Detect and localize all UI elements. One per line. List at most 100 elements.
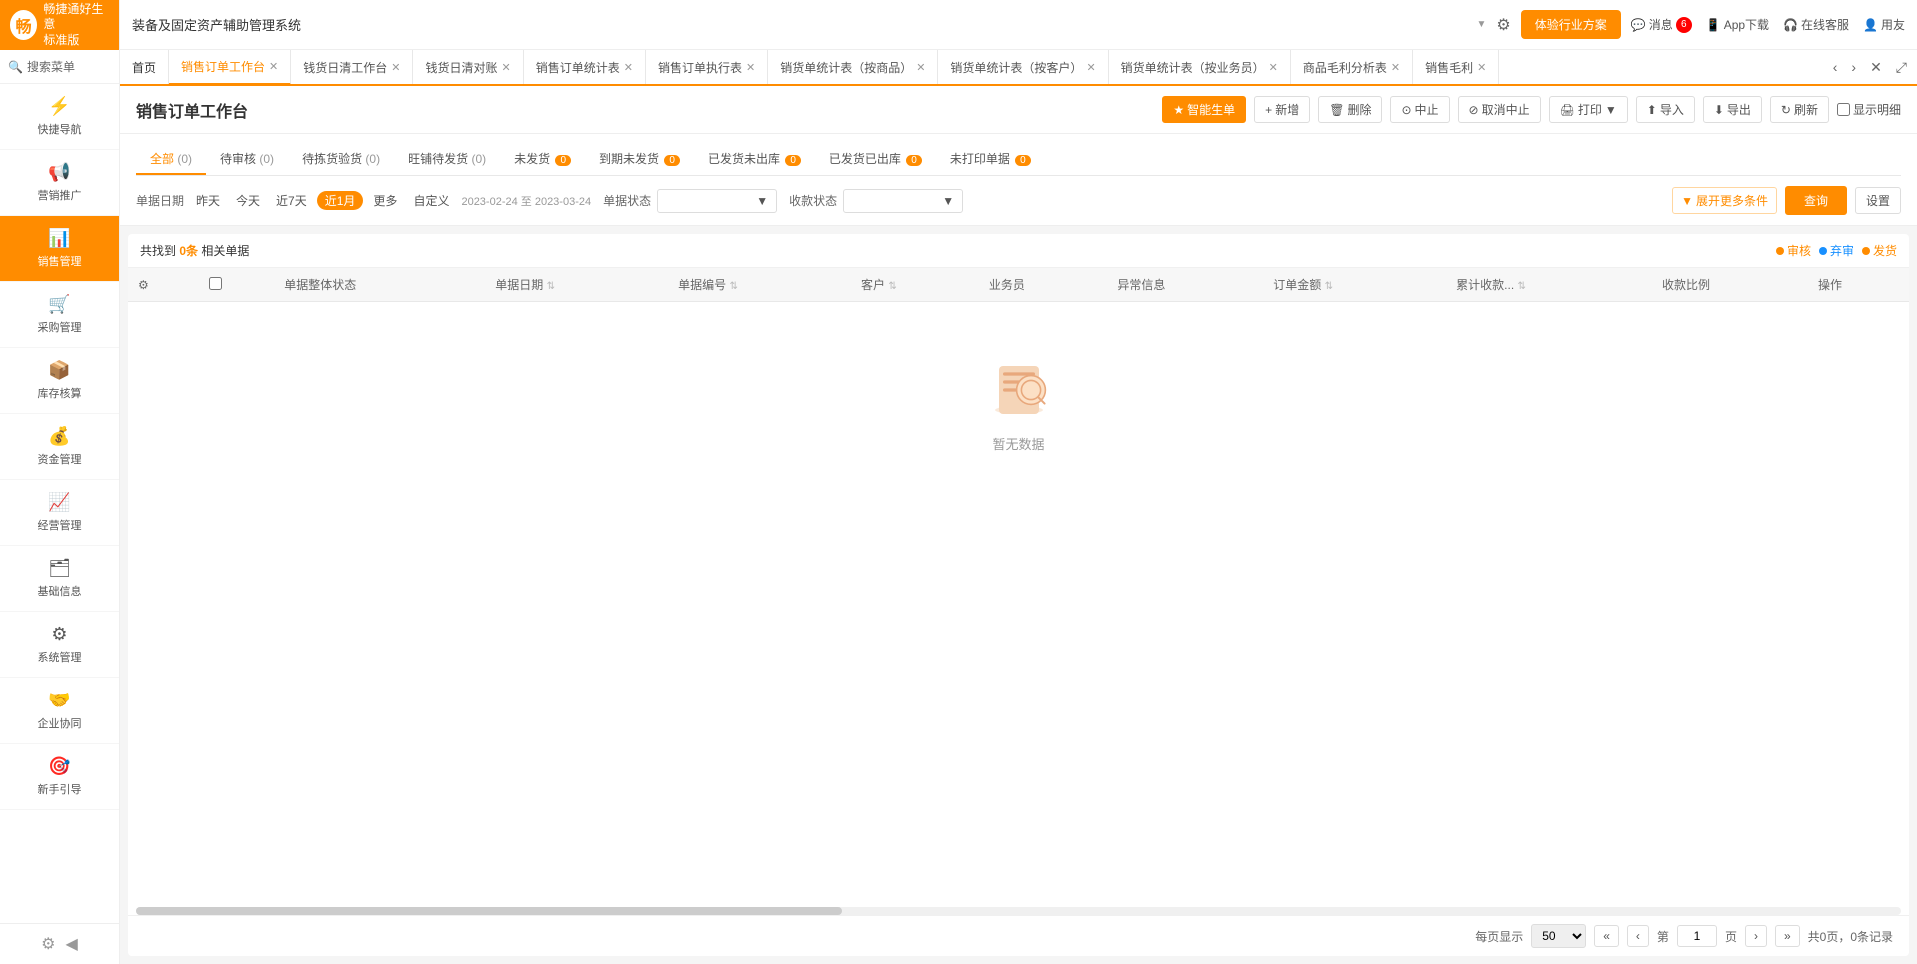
- expand-conditions-btn[interactable]: ▼ 展开更多条件: [1672, 187, 1777, 214]
- tab-close-icon[interactable]: ✕: [624, 61, 633, 74]
- filter-tab-shipped-not-out[interactable]: 已发货未出库 0: [694, 144, 815, 175]
- sidebar-item-inventory[interactable]: 📦 库存核算: [0, 348, 119, 414]
- filter-tab-all[interactable]: 全部 (0): [136, 144, 206, 175]
- tab-close-icon[interactable]: ✕: [269, 60, 278, 73]
- tab-close-icon[interactable]: ✕: [1086, 61, 1095, 74]
- col-checkbox[interactable]: [199, 268, 275, 302]
- horizontal-scrollbar[interactable]: [136, 907, 1901, 915]
- tab-sales-stat[interactable]: 销售订单统计表 ✕: [524, 50, 646, 85]
- print-btn[interactable]: 🖨 打印 ▼: [1549, 96, 1628, 123]
- date-yesterday[interactable]: 昨天: [190, 190, 226, 211]
- filter-tab-pending-inspect[interactable]: 待拣货验货 (0): [288, 144, 394, 175]
- scrollbar-thumb[interactable]: [136, 907, 842, 915]
- date-more[interactable]: 更多: [367, 190, 403, 211]
- col-staff[interactable]: 业务员: [979, 268, 1107, 302]
- tab-scroll-right-btn[interactable]: ›: [1845, 57, 1862, 77]
- delete-btn[interactable]: 🗑 删除: [1318, 96, 1382, 123]
- sidebar-item-search[interactable]: 🔍 搜索菜单: [0, 50, 119, 84]
- sidebar-item-marketing[interactable]: 📢 营销推广: [0, 150, 119, 216]
- filter-tab-shipped-out[interactable]: 已发货已出库 0: [815, 144, 936, 175]
- sidebar-item-purchase[interactable]: 🛒 采购管理: [0, 282, 119, 348]
- message-btn[interactable]: 💬 消息 6: [1631, 16, 1692, 33]
- col-date[interactable]: 单据日期 ⇅: [485, 268, 668, 302]
- tab-sales-exec[interactable]: 销售订单执行表 ✕: [646, 50, 768, 85]
- export-btn[interactable]: ⬇ 导出: [1703, 96, 1762, 123]
- sidebar-item-operation[interactable]: 📈 经营管理: [0, 480, 119, 546]
- filter-tab-pending-review[interactable]: 待审核 (0): [206, 144, 288, 175]
- select-all-checkbox[interactable]: [209, 277, 222, 290]
- tab-close-icon[interactable]: ✕: [1477, 61, 1486, 74]
- col-number[interactable]: 单据编号 ⇅: [668, 268, 851, 302]
- gear-icon[interactable]: ⚙: [1496, 15, 1510, 35]
- sidebar-item-cooperation[interactable]: 🤝 企业协同: [0, 678, 119, 744]
- filter-tab-not-printed[interactable]: 未打印单据 0: [936, 144, 1045, 175]
- sidebar-item-system[interactable]: ⚙ 系统管理: [0, 612, 119, 678]
- collapse-icon[interactable]: ◀: [66, 934, 78, 954]
- tab-close-icon[interactable]: ✕: [502, 61, 511, 74]
- sort-number-icon[interactable]: ⇅: [729, 281, 737, 292]
- cancel-review-btn[interactable]: 弃审: [1819, 242, 1854, 259]
- detail-checkbox-input[interactable]: [1837, 103, 1850, 116]
- add-btn[interactable]: + 新增: [1254, 96, 1310, 123]
- tab-close-icon[interactable]: ✕: [1269, 61, 1278, 74]
- sidebar-item-quick-nav[interactable]: ⚡ 快捷导航: [0, 84, 119, 150]
- sidebar-item-sales[interactable]: 📊 销售管理: [0, 216, 119, 282]
- review-btn[interactable]: 审核: [1776, 242, 1811, 259]
- import-btn[interactable]: ⬆ 导入: [1636, 96, 1695, 123]
- show-detail-checkbox[interactable]: 显示明细: [1837, 101, 1901, 118]
- tab-close-icon[interactable]: ✕: [391, 61, 400, 74]
- page-first-btn[interactable]: «: [1594, 925, 1619, 947]
- cancel-stop-btn[interactable]: ⊘ 取消中止: [1458, 96, 1541, 123]
- date-7days[interactable]: 近7天: [270, 190, 313, 211]
- sidebar-item-finance[interactable]: 💰 资金管理: [0, 414, 119, 480]
- sidebar-item-basic-info[interactable]: 🗂 基础信息: [0, 546, 119, 612]
- tab-cash-clear[interactable]: 钱货日清工作台 ✕: [291, 50, 413, 85]
- smart-create-btn[interactable]: ★ 智能生单: [1162, 96, 1246, 123]
- status-select[interactable]: ▼: [657, 189, 777, 213]
- sort-amount-icon[interactable]: ⇅: [1325, 281, 1333, 292]
- date-today[interactable]: 今天: [230, 190, 266, 211]
- tab-sales-workbench[interactable]: 销售订单工作台 ✕: [169, 50, 291, 85]
- tab-scroll-left-btn[interactable]: ‹: [1827, 57, 1844, 77]
- tab-close-icon[interactable]: ✕: [916, 61, 925, 74]
- tab-home[interactable]: 首页: [120, 50, 169, 85]
- tab-close-all-btn[interactable]: ✕: [1864, 57, 1888, 78]
- title-dropdown-icon[interactable]: ▼: [1477, 19, 1487, 30]
- online-service-btn[interactable]: 🎧 在线客服: [1783, 16, 1849, 33]
- per-page-select[interactable]: 50 10 20 100: [1531, 924, 1586, 948]
- query-btn[interactable]: 查询: [1785, 186, 1847, 215]
- tab-gross-profit[interactable]: 商品毛利分析表 ✕: [1291, 50, 1413, 85]
- sort-date-icon[interactable]: ⇅: [547, 281, 555, 292]
- refresh-btn[interactable]: ↻ 刷新: [1770, 96, 1829, 123]
- filter-settings-btn[interactable]: 设置: [1855, 187, 1901, 214]
- page-input[interactable]: [1677, 925, 1717, 947]
- col-amount[interactable]: 订单金额 ⇅: [1263, 268, 1446, 302]
- ship-btn[interactable]: 发货: [1862, 242, 1897, 259]
- filter-tab-overdue[interactable]: 到期未发货 0: [585, 144, 694, 175]
- stop-btn[interactable]: ⊙ 中止: [1390, 96, 1449, 123]
- date-1month[interactable]: 近1月: [317, 191, 364, 210]
- sort-customer-icon[interactable]: ⇅: [888, 281, 896, 292]
- sort-collected-icon[interactable]: ⇅: [1518, 281, 1526, 292]
- industry-btn[interactable]: 体验行业方案: [1521, 10, 1621, 39]
- filter-tab-not-shipped[interactable]: 未发货 0: [500, 144, 585, 175]
- user-btn[interactable]: 👤 用友: [1863, 16, 1905, 33]
- tab-sales-staff-stat[interactable]: 销货单统计表（按业务员） ✕: [1109, 50, 1291, 85]
- tab-sales-product-stat[interactable]: 销货单统计表（按商品） ✕: [768, 50, 938, 85]
- app-download-btn[interactable]: 📱 App下载: [1706, 16, 1769, 33]
- page-last-btn[interactable]: »: [1775, 925, 1800, 947]
- col-collected[interactable]: 累计收款... ⇅: [1446, 268, 1652, 302]
- tab-sales-more[interactable]: 销售毛利 ✕: [1413, 50, 1499, 85]
- table-scroll[interactable]: ⚙ 单据整体状态 单据日期 ⇅ 单据编号 ⇅: [128, 268, 1909, 907]
- tab-cash-reconcile[interactable]: 钱货日清对账 ✕: [413, 50, 523, 85]
- page-prev-btn[interactable]: ‹: [1627, 925, 1649, 947]
- tab-close-icon[interactable]: ✕: [746, 61, 755, 74]
- sidebar-item-guide[interactable]: 🎯 新手引导: [0, 744, 119, 810]
- tab-fullscreen-btn[interactable]: ⤢: [1890, 57, 1913, 78]
- tab-sales-customer-stat[interactable]: 销货单统计表（按客户） ✕: [938, 50, 1108, 85]
- filter-tab-wangpu[interactable]: 旺铺待发货 (0): [394, 144, 500, 175]
- col-customer[interactable]: 客户 ⇅: [851, 268, 979, 302]
- settings-icon[interactable]: ⚙: [41, 934, 55, 954]
- payment-select[interactable]: ▼: [843, 189, 963, 213]
- col-settings[interactable]: ⚙: [128, 268, 199, 302]
